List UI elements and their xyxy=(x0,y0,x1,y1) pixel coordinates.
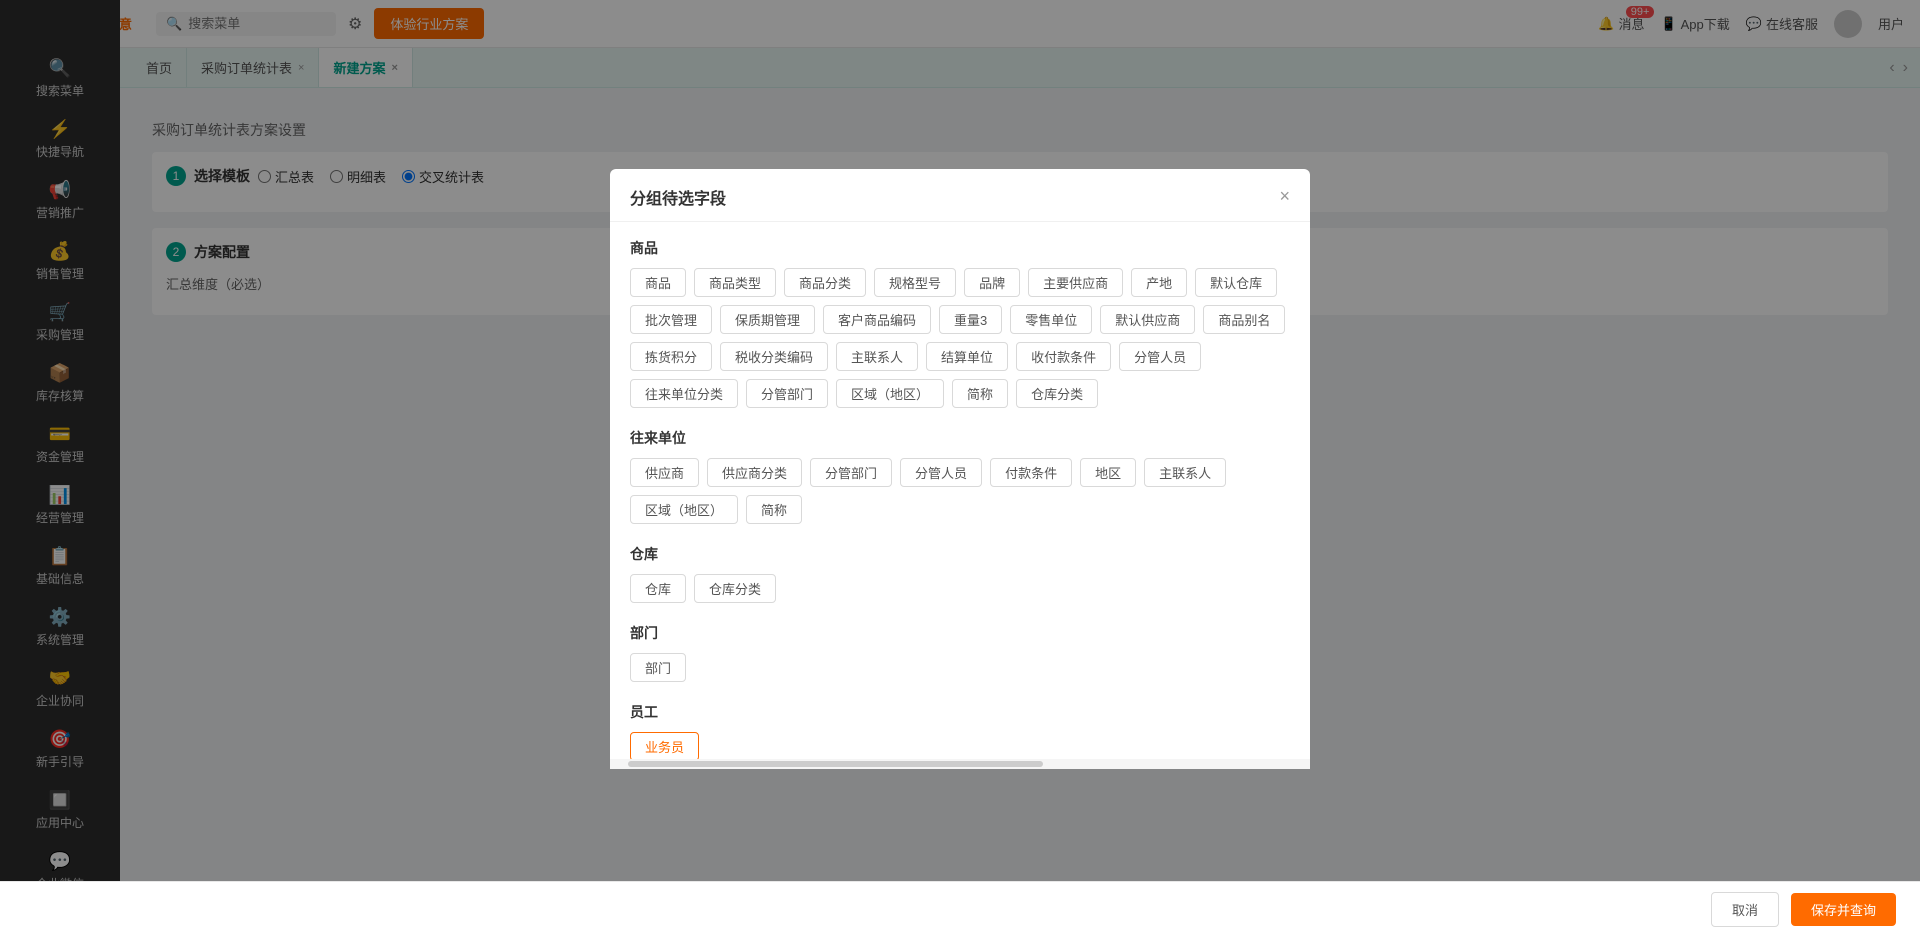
section-employee-title: 员工 xyxy=(630,702,1290,722)
field-tag-warehouse-2[interactable]: 仓库分类 xyxy=(694,574,776,603)
field-tag-partner-6[interactable]: 地区 xyxy=(1080,458,1136,487)
field-tag-goods-16[interactable]: 拣货积分 xyxy=(630,342,712,371)
field-tag-employee-1[interactable]: 业务员 xyxy=(630,732,699,760)
field-tag-partner-7[interactable]: 主联系人 xyxy=(1144,458,1226,487)
modal-overlay: 分组待选字段 × 商品 商品 商品类型 商品分类 规格型号 品牌 主要供应商 产… xyxy=(0,0,1920,937)
modal-header: 分组待选字段 × xyxy=(610,169,1310,222)
modal-horizontal-scrollbar[interactable] xyxy=(610,759,1310,768)
field-tag-goods-25[interactable]: 简称 xyxy=(952,379,1008,408)
section-employee-tags: 业务员 xyxy=(630,732,1290,760)
field-tag-department-1[interactable]: 部门 xyxy=(630,653,686,682)
field-tag-goods-5[interactable]: 品牌 xyxy=(964,268,1020,297)
field-tag-goods-3[interactable]: 商品分类 xyxy=(784,268,866,297)
save-query-button[interactable]: 保存并查询 xyxy=(1791,893,1896,926)
field-tag-goods-13[interactable]: 零售单位 xyxy=(1010,305,1092,334)
section-department: 部门 部门 xyxy=(630,623,1290,682)
field-tag-goods-21[interactable]: 分管人员 xyxy=(1119,342,1201,371)
field-tag-warehouse-1[interactable]: 仓库 xyxy=(630,574,686,603)
field-tag-partner-3[interactable]: 分管部门 xyxy=(810,458,892,487)
field-tag-goods-14[interactable]: 默认供应商 xyxy=(1100,305,1195,334)
modal-close-button[interactable]: × xyxy=(1279,186,1290,207)
hscroll-thumb[interactable] xyxy=(628,761,1043,767)
modal-body: 商品 商品 商品类型 商品分类 规格型号 品牌 主要供应商 产地 默认仓库 批次… xyxy=(610,222,1310,760)
section-goods-title: 商品 xyxy=(630,238,1290,258)
field-tag-goods-18[interactable]: 主联系人 xyxy=(836,342,918,371)
section-partner-tags: 供应商 供应商分类 分管部门 分管人员 付款条件 地区 主联系人 区域（地区） … xyxy=(630,458,1290,524)
field-tag-goods-15[interactable]: 商品别名 xyxy=(1203,305,1285,334)
field-tag-goods-17[interactable]: 税收分类编码 xyxy=(720,342,828,371)
section-department-title: 部门 xyxy=(630,623,1290,643)
field-tag-goods-8[interactable]: 默认仓库 xyxy=(1195,268,1277,297)
section-warehouse-title: 仓库 xyxy=(630,544,1290,564)
footer-buttons: 取消 保存并查询 xyxy=(0,881,1920,937)
field-tag-partner-4[interactable]: 分管人员 xyxy=(900,458,982,487)
field-tag-goods-7[interactable]: 产地 xyxy=(1131,268,1187,297)
section-partner-title: 往来单位 xyxy=(630,428,1290,448)
field-tag-goods-23[interactable]: 分管部门 xyxy=(746,379,828,408)
modal-title: 分组待选字段 xyxy=(630,185,726,209)
field-tag-goods-20[interactable]: 收付款条件 xyxy=(1016,342,1111,371)
field-tag-goods-26[interactable]: 仓库分类 xyxy=(1016,379,1098,408)
field-tag-partner-8[interactable]: 区域（地区） xyxy=(630,495,738,524)
field-tag-goods-12[interactable]: 重量3 xyxy=(939,305,1002,334)
field-tag-goods-22[interactable]: 往来单位分类 xyxy=(630,379,738,408)
field-tag-goods-9[interactable]: 批次管理 xyxy=(630,305,712,334)
section-partner: 往来单位 供应商 供应商分类 分管部门 分管人员 付款条件 地区 主联系人 区域… xyxy=(630,428,1290,524)
field-tag-goods-6[interactable]: 主要供应商 xyxy=(1028,268,1123,297)
section-goods-tags: 商品 商品类型 商品分类 规格型号 品牌 主要供应商 产地 默认仓库 批次管理 … xyxy=(630,268,1290,408)
section-warehouse: 仓库 仓库 仓库分类 xyxy=(630,544,1290,603)
field-tag-partner-5[interactable]: 付款条件 xyxy=(990,458,1072,487)
section-employee: 员工 业务员 xyxy=(630,702,1290,760)
field-tag-goods-24[interactable]: 区域（地区） xyxy=(836,379,944,408)
section-warehouse-tags: 仓库 仓库分类 xyxy=(630,574,1290,603)
field-tag-partner-1[interactable]: 供应商 xyxy=(630,458,699,487)
field-tag-partner-2[interactable]: 供应商分类 xyxy=(707,458,802,487)
field-tag-goods-10[interactable]: 保质期管理 xyxy=(720,305,815,334)
field-tag-goods-4[interactable]: 规格型号 xyxy=(874,268,956,297)
field-tag-goods-19[interactable]: 结算单位 xyxy=(926,342,1008,371)
cancel-button[interactable]: 取消 xyxy=(1711,892,1779,927)
field-tag-partner-9[interactable]: 简称 xyxy=(746,495,802,524)
section-goods: 商品 商品 商品类型 商品分类 规格型号 品牌 主要供应商 产地 默认仓库 批次… xyxy=(630,238,1290,408)
modal-dialog: 分组待选字段 × 商品 商品 商品类型 商品分类 规格型号 品牌 主要供应商 产… xyxy=(610,169,1310,769)
field-tag-goods-1[interactable]: 商品 xyxy=(630,268,686,297)
field-tag-goods-2[interactable]: 商品类型 xyxy=(694,268,776,297)
field-tag-goods-11[interactable]: 客户商品编码 xyxy=(823,305,931,334)
section-department-tags: 部门 xyxy=(630,653,1290,682)
